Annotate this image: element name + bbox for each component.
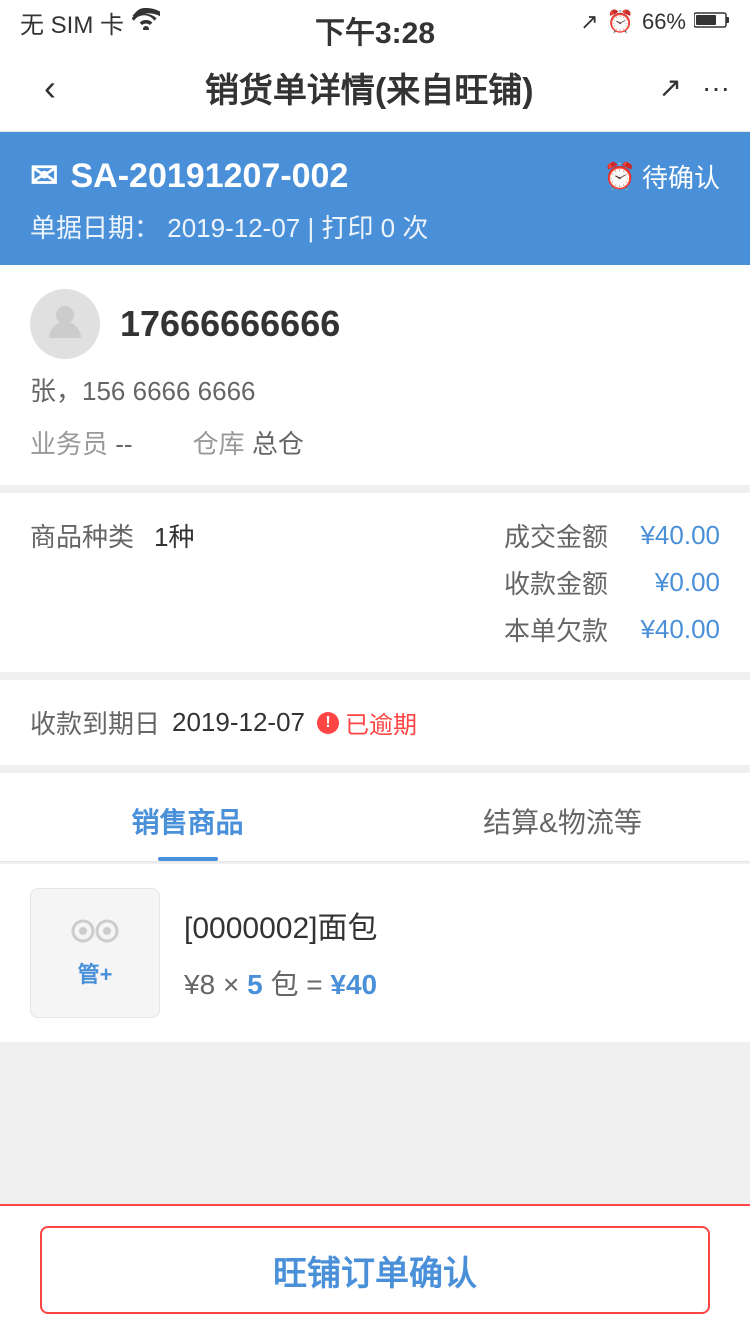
received-amount-row: 收款金额 ¥0.00 (504, 564, 720, 601)
alarm-icon: ⏰ (607, 9, 634, 35)
status-right: ↗ ⏰ 66% (580, 9, 730, 35)
product-code: [0000002] (184, 912, 317, 945)
deal-amount-label: 成交金额 (504, 517, 608, 554)
order-id: ✉ SA-20191207-002 (30, 156, 348, 196)
bottom-spacer (0, 1042, 750, 1192)
status-time: 下午3:28 (315, 8, 435, 52)
battery-text: 66% (642, 9, 686, 35)
due-date-value: 2019-12-07 (172, 707, 305, 738)
received-value: ¥0.00 (620, 567, 720, 598)
tab-sales-products[interactable]: 销售商品 (0, 773, 375, 861)
product-image: 管+ (30, 888, 160, 1018)
nav-bar: ‹ 销货单详情(来自旺铺) ↗ ··· (0, 44, 750, 132)
product-quantity: 5 (247, 969, 263, 1000)
logo-plus: 管+ (78, 957, 113, 989)
order-status: ⏰ 待确认 (604, 158, 720, 195)
confirm-order-button[interactable]: 旺铺订单确认 (40, 1226, 710, 1314)
customer-section: 17666666666 张，156 6666 6666 业务员 -- 仓库 总仓 (0, 265, 750, 493)
battery-icon (694, 9, 730, 35)
owed-amount-row: 本单欠款 ¥40.00 (504, 611, 720, 648)
avatar-icon (45, 300, 85, 348)
product-section: 管+ [0000002]面包 ¥8 × 5 包 = ¥40 (0, 864, 750, 1042)
product-name: [0000002]面包 (184, 903, 720, 947)
nav-title: 销货单详情(来自旺铺) (80, 63, 659, 112)
warehouse-value-text: 总仓 (252, 429, 304, 459)
order-header: ✉ SA-20191207-002 ⏰ 待确认 单据日期： 2019-12-07… (0, 132, 750, 265)
overdue-icon: ! (317, 712, 339, 734)
product-title: 面包 (317, 912, 377, 945)
warehouse-label: 仓库 (193, 429, 245, 459)
type-label: 商品种类 (30, 517, 134, 554)
due-label: 收款到期日 (30, 704, 160, 741)
status-bar: 无 SIM 卡 下午3:28 ↗ ⏰ 66% (0, 0, 750, 44)
location-icon: ↗ (580, 9, 598, 35)
overdue-text: 已逾期 (345, 705, 417, 740)
logo-eyes (69, 917, 121, 955)
nav-right-actions: ↗ ··· (659, 71, 730, 104)
order-date-label: 单据日期： (30, 213, 160, 243)
product-item: 管+ [0000002]面包 ¥8 × 5 包 = ¥40 (30, 888, 720, 1018)
sales-value-text: -- (115, 429, 132, 459)
summary-section: 商品种类 1种 成交金额 ¥40.00 收款金额 ¥0.00 本单欠款 ¥40.… (0, 493, 750, 680)
sales-label: 业务员 (30, 429, 108, 459)
order-date-row: 单据日期： 2019-12-07 | 打印 0 次 (30, 208, 720, 245)
order-print-info: | 打印 0 次 (307, 213, 428, 243)
order-envelope-icon: ✉ (30, 156, 59, 196)
status-left: 无 SIM 卡 (20, 5, 160, 40)
bottom-area: 旺铺订单确认 (0, 1204, 750, 1334)
customer-name: 张，156 6666 6666 (30, 371, 720, 408)
type-value: 1种 (154, 517, 194, 554)
multiply-sign: × (223, 969, 247, 1000)
equals-sign: = (306, 969, 330, 1000)
received-label: 收款金额 (504, 564, 608, 601)
owed-label: 本单欠款 (504, 611, 608, 648)
due-section: 收款到期日 2019-12-07 ! 已逾期 (0, 680, 750, 773)
tabs-row: 销售商品 结算&物流等 (0, 773, 750, 861)
avatar (30, 289, 100, 359)
order-date-value: 2019-12-07 (167, 213, 300, 243)
product-logo: 管+ (69, 917, 121, 989)
product-total: ¥40 (330, 969, 377, 1000)
deal-amount-value: ¥40.00 (620, 520, 720, 551)
product-type: 商品种类 1种 (30, 517, 194, 554)
warehouse: 仓库 总仓 (193, 424, 304, 461)
more-icon[interactable]: ··· (702, 72, 730, 104)
share-icon[interactable]: ↗ (659, 71, 682, 104)
tab-settlement[interactable]: 结算&物流等 (375, 773, 750, 861)
back-button[interactable]: ‹ (20, 67, 80, 109)
sales-person: 业务员 -- (30, 424, 133, 461)
tabs-section: 销售商品 结算&物流等 (0, 773, 750, 862)
product-info: [0000002]面包 ¥8 × 5 包 = ¥40 (184, 903, 720, 1003)
carrier-text: 无 SIM 卡 (20, 5, 124, 40)
order-id-text: SA-20191207-002 (71, 157, 349, 196)
unit-text: 包 (270, 969, 298, 1000)
customer-phone: 17666666666 (120, 303, 340, 345)
overdue-badge: ! 已逾期 (317, 705, 417, 740)
amount-summary: 成交金额 ¥40.00 收款金额 ¥0.00 本单欠款 ¥40.00 (504, 517, 720, 648)
customer-meta: 业务员 -- 仓库 总仓 (30, 424, 720, 461)
deal-amount-row: 成交金额 ¥40.00 (504, 517, 720, 554)
price-unit: ¥8 (184, 969, 215, 1000)
product-price: ¥8 × 5 包 = ¥40 (184, 963, 720, 1003)
clock-icon: ⏰ (604, 161, 636, 192)
status-text: 待确认 (642, 158, 720, 195)
owed-value: ¥40.00 (620, 614, 720, 645)
wifi-icon (132, 8, 160, 37)
